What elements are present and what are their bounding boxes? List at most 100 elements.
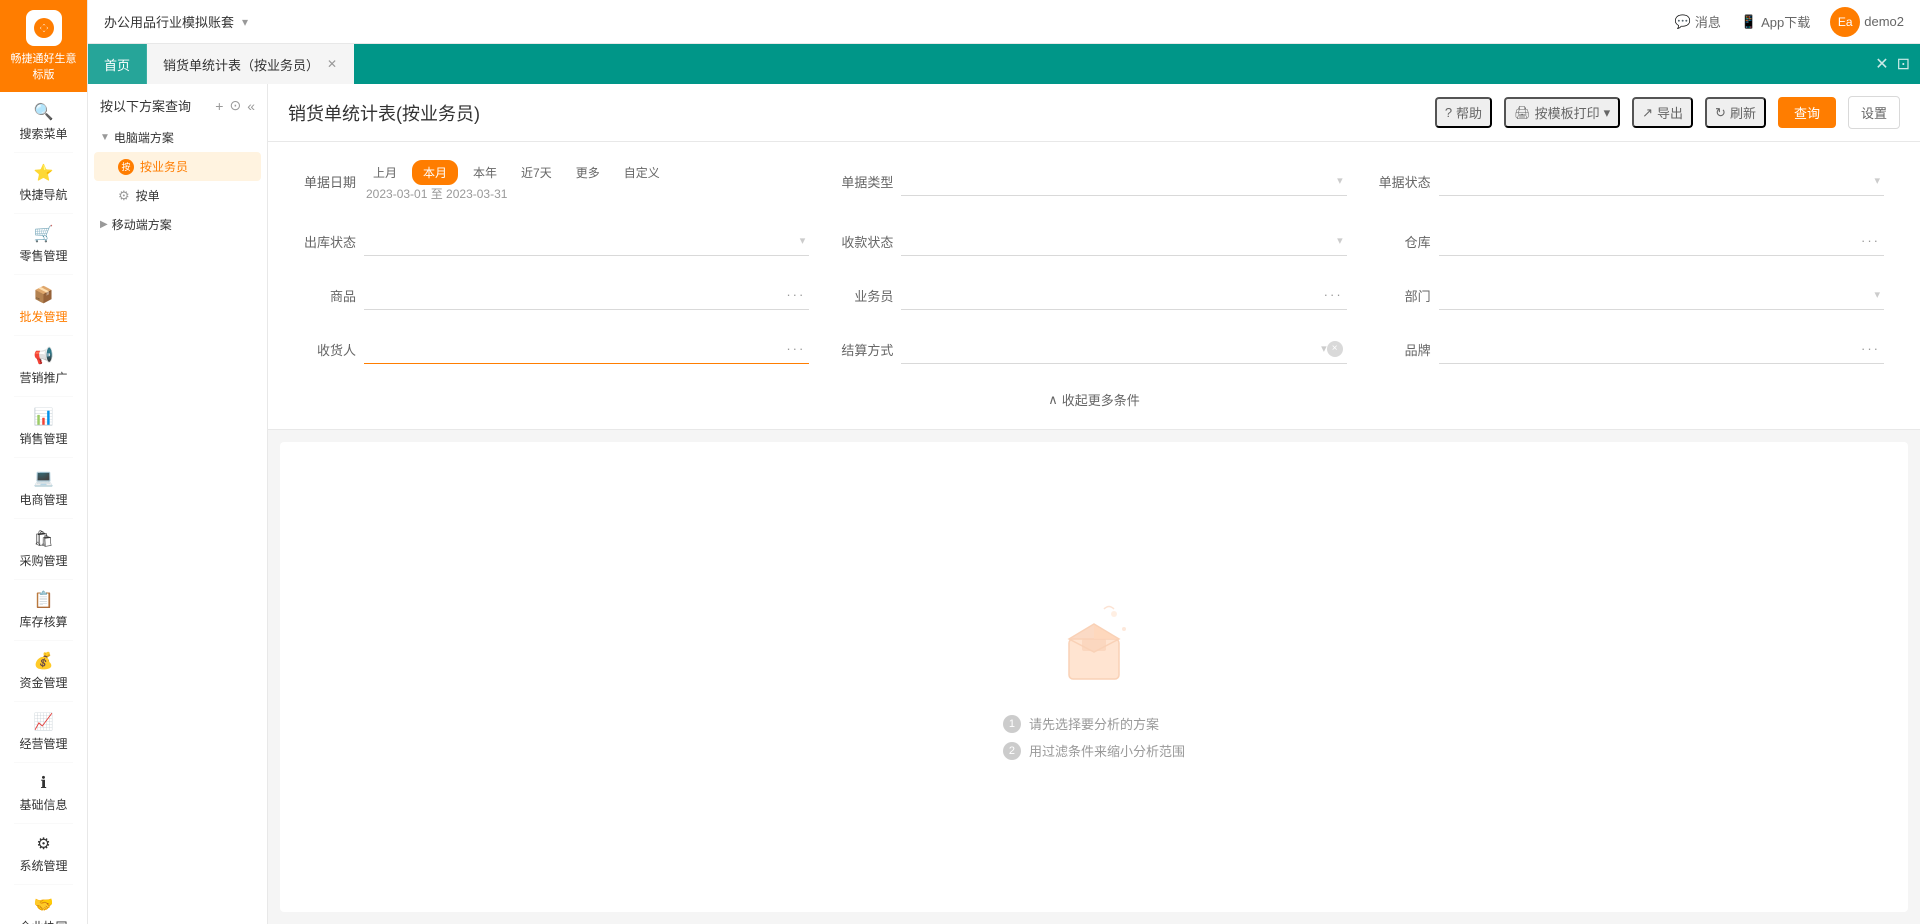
settlement-arrow: ▾ <box>1321 342 1327 355</box>
plan-item-by-order[interactable]: ⚙ 按单 <box>94 181 261 210</box>
date-btn-more[interactable]: 更多 <box>567 160 609 185</box>
date-btn-last7[interactable]: 近7天 <box>512 160 561 185</box>
user-label: demo2 <box>1864 14 1904 29</box>
app-logo[interactable]: 畅捷通好生意 标版 <box>0 0 87 92</box>
sidebar-item-marketing[interactable]: 📢营销推广 <box>14 336 72 397</box>
filter-cell-brand: 品牌 ··· <box>1363 328 1900 370</box>
receiver-label: 收货人 <box>304 340 356 359</box>
tab-sales-stat[interactable]: 销货单统计表（按业务员） ✕ <box>147 44 354 84</box>
settlement-control[interactable]: × ▾ <box>901 334 1346 364</box>
tab-expand-btn[interactable]: ⊡ <box>1897 54 1910 74</box>
sidebar: 畅捷通好生意 标版 🔍搜索菜单⭐快捷导航🛒零售管理📦批发管理📢营销推广📊销售管理… <box>0 0 88 924</box>
warehouse-control[interactable]: ··· <box>1439 226 1884 256</box>
print-btn[interactable]: 🖨 按模板打印 ▾ <box>1504 97 1620 128</box>
export-btn[interactable]: ↗ 导出 <box>1632 97 1693 128</box>
empty-state-hints: 1 请先选择要分析的方案 2 用过滤条件来缩小分析范围 <box>1003 714 1185 760</box>
page-header: 销货单统计表(按业务员) ? 帮助 🖨 按模板打印 ▾ ↗ <box>268 84 1920 142</box>
settlement-clear-btn[interactable]: × <box>1327 341 1343 357</box>
message-btn[interactable]: 💬 消息 <box>1675 12 1721 31</box>
sidebar-item-search[interactable]: 🔍搜索菜单 <box>14 92 72 153</box>
sidebar-item-purchase[interactable]: 🛍 采购管理 <box>14 519 72 580</box>
ecommerce-icon: 💻 <box>34 468 54 488</box>
right-panel: 销货单统计表(按业务员) ? 帮助 🖨 按模板打印 ▾ ↗ <box>268 84 1920 924</box>
sidebar-item-label-finance: 资金管理 <box>19 674 67 691</box>
date-btn-prev-month[interactable]: 上月 <box>364 160 406 185</box>
plan-item-by-staff[interactable]: 按 按业务员 <box>94 152 261 181</box>
date-filter-buttons: 上月 本月 本年 近7天 更多 自定义 <box>364 160 669 185</box>
panel-collapse-btn[interactable]: « <box>247 98 255 114</box>
tab-home-label: 首页 <box>104 55 130 74</box>
brand-control[interactable]: ··· <box>1439 334 1884 364</box>
doc-status-control[interactable]: ▾ <box>1439 166 1884 196</box>
panel-header-actions: + ⊙ « <box>215 97 255 114</box>
sidebar-item-label-ecommerce: 电商管理 <box>19 491 67 508</box>
basic-icon: ℹ <box>40 773 46 793</box>
filter-area: 单据日期 上月 本月 本年 近7天 更多 自定义 2023-03-01 至 20… <box>268 142 1920 430</box>
sidebar-item-label-wholesale: 批发管理 <box>19 308 67 325</box>
mobile-plan-group-title[interactable]: ▶ 移动端方案 <box>94 210 261 239</box>
sidebar-item-label-marketing: 营销推广 <box>19 369 67 386</box>
collapse-label: 收起更多条件 <box>1062 390 1140 409</box>
purchase-icon: 🛍 <box>33 529 53 549</box>
topbar-dropdown-arrow[interactable]: ▾ <box>242 15 248 29</box>
tab-close-window-btn[interactable]: ✕ <box>1875 54 1888 74</box>
staff-control[interactable]: ··· <box>901 280 1346 310</box>
main-area: 办公用品行业模拟账套 ▾ 💬 消息 📱 App下载 Ea demo2 首页 <box>88 0 1920 924</box>
inventory-icon: 📋 <box>34 590 54 610</box>
sidebar-item-finance[interactable]: 💰资金管理 <box>14 641 72 702</box>
receiver-input[interactable] <box>370 341 803 356</box>
logo-icon <box>26 10 62 46</box>
empty-state-icon <box>1044 594 1144 694</box>
date-btn-this-month[interactable]: 本月 <box>412 160 458 185</box>
filter-cell-dept: 部门 ▾ <box>1363 274 1900 316</box>
user-info[interactable]: Ea demo2 <box>1830 7 1904 37</box>
doc-status-arrow: ▾ <box>1874 174 1880 187</box>
product-control[interactable]: ··· <box>364 280 809 310</box>
refresh-btn[interactable]: ↻ 刷新 <box>1705 97 1766 128</box>
sidebar-item-retail[interactable]: 🛒零售管理 <box>14 214 72 275</box>
out-status-control[interactable]: ▾ <box>364 226 809 256</box>
dept-control[interactable]: ▾ <box>1439 280 1884 310</box>
desktop-plan-group-title[interactable]: ▼ 电脑端方案 <box>94 123 261 152</box>
filter-cell-doc-status: 单据状态 ▾ <box>1363 154 1900 208</box>
date-btn-this-year[interactable]: 本年 <box>464 160 506 185</box>
sidebar-item-enterprise[interactable]: 🤝企业协同 <box>14 885 72 924</box>
filter-cell-date: 单据日期 上月 本月 本年 近7天 更多 自定义 2023-03-01 至 20… <box>288 154 825 208</box>
doc-status-label: 单据状态 <box>1379 172 1431 191</box>
settings-btn[interactable]: 设置 <box>1848 96 1900 129</box>
sidebar-item-shortcut[interactable]: ⭐快捷导航 <box>14 153 72 214</box>
sidebar-item-label-basic: 基础信息 <box>19 796 67 813</box>
help-btn[interactable]: ? 帮助 <box>1435 97 1492 128</box>
mobile-plan-group: ▶ 移动端方案 <box>88 210 267 239</box>
date-btn-custom[interactable]: 自定义 <box>615 160 669 185</box>
tab-home[interactable]: 首页 <box>88 44 147 84</box>
sidebar-item-system[interactable]: ⚙系统管理 <box>14 824 72 885</box>
receiver-dots: ··· <box>786 341 805 356</box>
sidebar-item-inventory[interactable]: 📋 库存核算 <box>14 580 72 641</box>
panel-settings-btn[interactable]: ⊙ <box>229 97 241 114</box>
sidebar-item-label-purchase: 采购管理 <box>19 552 67 569</box>
payment-status-arrow: ▾ <box>1337 234 1343 247</box>
sidebar-item-basic[interactable]: ℹ 基础信息 <box>14 763 72 824</box>
receiver-control[interactable]: ··· <box>364 334 809 364</box>
doc-type-control[interactable]: ▾ <box>901 166 1346 196</box>
sidebar-item-label-inventory: 库存核算 <box>19 613 67 630</box>
panel-add-btn[interactable]: + <box>215 98 223 114</box>
query-btn[interactable]: 查询 <box>1778 97 1836 128</box>
logo-subtext: 标版 <box>33 66 55 82</box>
sidebar-item-operations[interactable]: 📈经营管理 <box>14 702 72 763</box>
payment-status-control[interactable]: ▾ <box>901 226 1346 256</box>
sidebar-item-wholesale[interactable]: 📦批发管理 <box>14 275 72 336</box>
search-icon: 🔍 <box>34 102 54 122</box>
topbar-title: 办公用品行业模拟账套 <box>104 12 234 31</box>
hint-2-text: 用过滤条件来缩小分析范围 <box>1029 741 1185 760</box>
product-label: 商品 <box>304 286 356 305</box>
collapse-conditions-btn[interactable]: ∧ 收起更多条件 <box>288 382 1900 417</box>
order-plan-icon: ⚙ <box>118 188 130 204</box>
out-status-label: 出库状态 <box>304 232 356 251</box>
app-download-btn[interactable]: 📱 App下载 <box>1741 12 1810 31</box>
operations-icon: 📈 <box>34 712 54 732</box>
sidebar-item-sales[interactable]: 📊销售管理 <box>14 397 72 458</box>
sidebar-item-ecommerce[interactable]: 💻 电商管理 <box>14 458 72 519</box>
tab-close-btn[interactable]: ✕ <box>327 57 337 71</box>
